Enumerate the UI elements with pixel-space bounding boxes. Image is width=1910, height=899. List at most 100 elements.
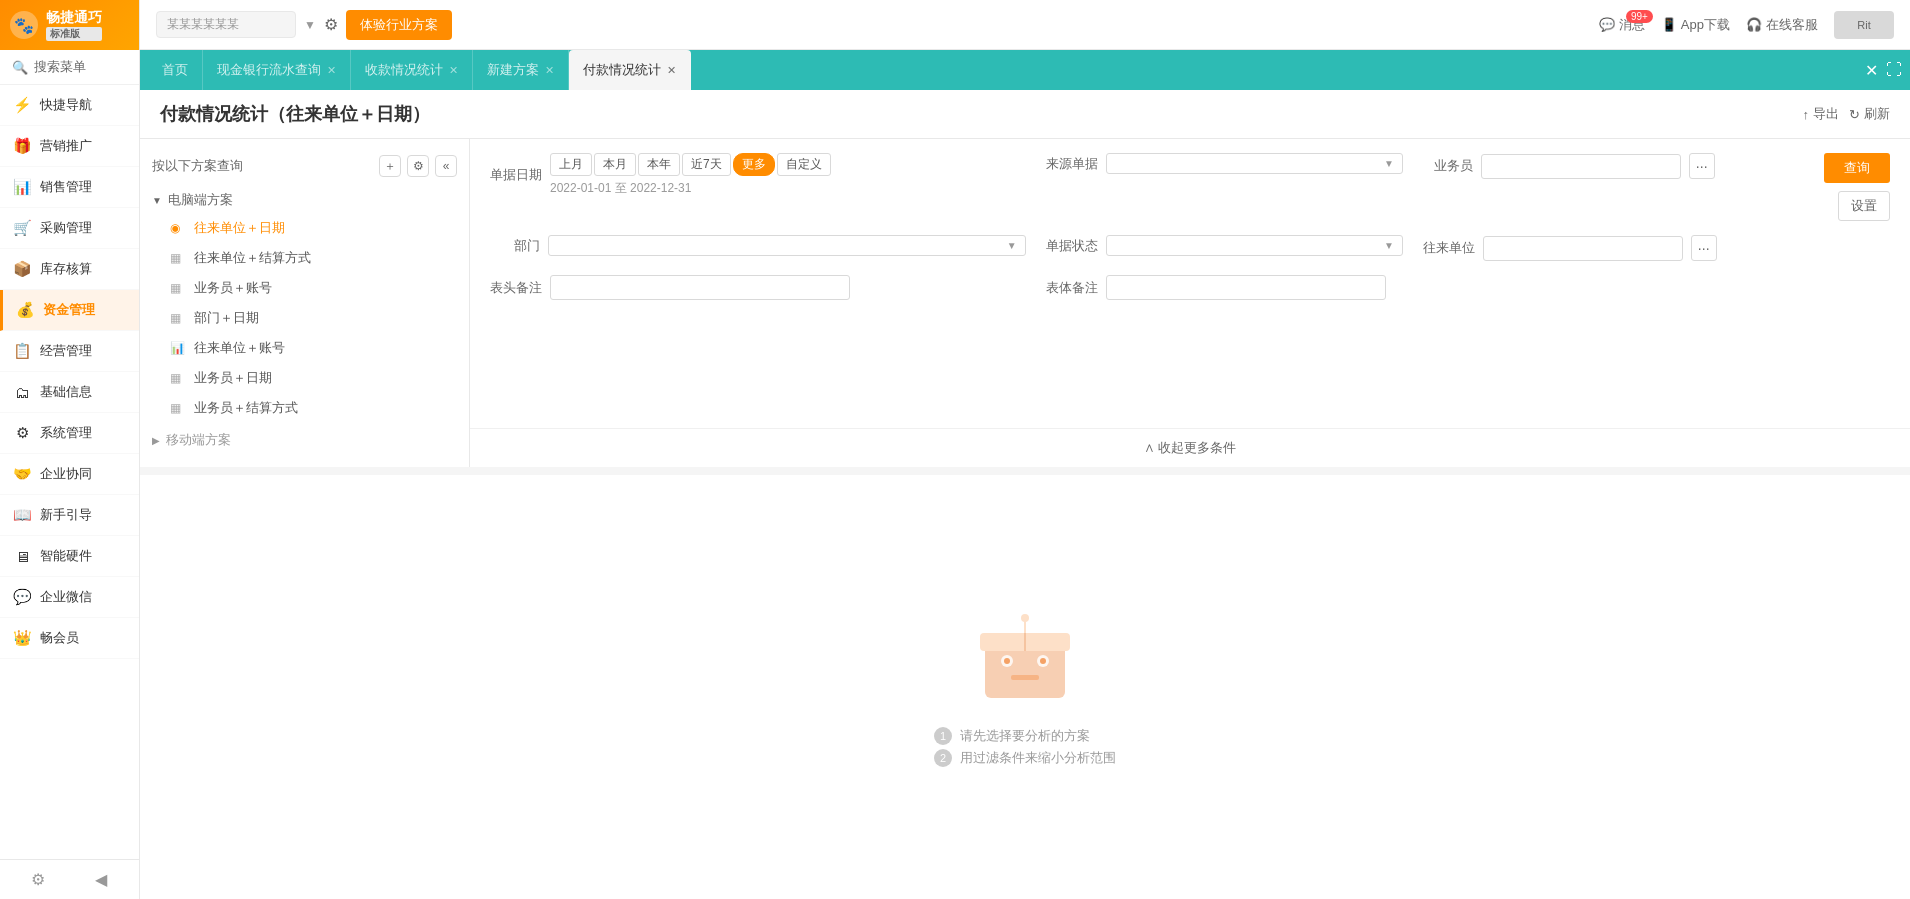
- sidebar-item-wechat[interactable]: 💬 企业微信: [0, 577, 139, 618]
- sidebar-item-enterprise[interactable]: 🤝 企业协同: [0, 454, 139, 495]
- unit-date-icon: ◉: [170, 221, 186, 235]
- scheme-unit-settle[interactable]: ▦ 往来单位＋结算方式: [140, 243, 469, 273]
- empty-hint-1: 1 请先选择要分析的方案: [934, 727, 1116, 745]
- sidebar-item-system[interactable]: ⚙ 系统管理: [0, 413, 139, 454]
- sidebar-item-hardware[interactable]: 🖥 智能硬件: [0, 536, 139, 577]
- sidebar-item-finance[interactable]: 💰 资金管理: [0, 290, 139, 331]
- logo-icon: 🐾: [10, 11, 38, 39]
- scheme-dept-date[interactable]: ▦ 部门＋日期: [140, 303, 469, 333]
- sidebar-item-basic-info[interactable]: 🗂 基础信息: [0, 372, 139, 413]
- scheme-unit-account[interactable]: 📊 往来单位＋账号: [140, 333, 469, 363]
- page-content: 付款情况统计（往来单位＋日期） ↑ 导出 ↻ 刷新 按以下方案查询 ＋: [140, 90, 1910, 899]
- sidebar-item-quick-nav[interactable]: ⚡ 快捷导航: [0, 85, 139, 126]
- collapse-scheme-btn[interactable]: «: [435, 155, 457, 177]
- sidebar-search[interactable]: 🔍 搜索菜单: [0, 50, 139, 85]
- sidebar-header: 🐾 畅捷通巧 标准版: [0, 0, 139, 50]
- message-icon: 💬: [1599, 17, 1615, 32]
- date-input-row: 2022-01-01 至 2022-12-31: [550, 180, 1026, 197]
- settings-btn[interactable]: 设置: [1838, 191, 1890, 221]
- desktop-group-header[interactable]: ▼ 电脑端方案: [140, 187, 469, 213]
- scheme-staff-date[interactable]: ▦ 业务员＋日期: [140, 363, 469, 393]
- collapse-sidebar-btn[interactable]: ◀: [74, 870, 130, 889]
- table-body-note-label: 表体备注: [1046, 279, 1098, 297]
- sidebar-item-operations[interactable]: 📋 经营管理: [0, 331, 139, 372]
- sidebar-menu: ⚡ 快捷导航 🎁 营销推广 📊 销售管理 🛒 采购管理 📦 库存核算 💰 资金管…: [0, 85, 139, 859]
- sidebar-item-inventory[interactable]: 📦 库存核算: [0, 249, 139, 290]
- user-avatar[interactable]: Rit: [1834, 11, 1894, 39]
- svg-rect-7: [1011, 675, 1039, 680]
- messages-btn[interactable]: 💬 消息 99+: [1599, 16, 1645, 34]
- salesperson-dots-btn[interactable]: ···: [1689, 153, 1715, 179]
- source-doc-arrow-icon: ▼: [1384, 158, 1394, 169]
- dept-select[interactable]: ▼: [548, 235, 1026, 256]
- dept-date-icon: ▦: [170, 311, 186, 325]
- edit-scheme-btn[interactable]: ⚙: [407, 155, 429, 177]
- doc-status-select[interactable]: ▼: [1106, 235, 1403, 256]
- inventory-icon: 📦: [12, 259, 32, 279]
- this-year-btn[interactable]: 本年: [638, 153, 680, 176]
- enterprise-icon: 🤝: [12, 464, 32, 484]
- app-download-btn[interactable]: 📱 App下载: [1661, 16, 1730, 34]
- table-header-note-input[interactable]: [550, 275, 850, 300]
- last-7-btn[interactable]: 近7天: [682, 153, 731, 176]
- close-bank-flow-tab[interactable]: ✕: [327, 64, 336, 77]
- close-new-scheme-tab[interactable]: ✕: [545, 64, 554, 77]
- tabs-actions: ✕ ⛶: [1865, 61, 1902, 80]
- related-unit-input[interactable]: [1483, 236, 1683, 261]
- date-control: 上月 本月 本年 近7天 更多 自定义 2022-01-01 至 2022-12…: [550, 153, 1026, 197]
- close-receipts-stat-tab[interactable]: ✕: [449, 64, 458, 77]
- sidebar-item-guide[interactable]: 📖 新手引导: [0, 495, 139, 536]
- scheme-unit-date[interactable]: ◉ 往来单位＋日期: [140, 213, 469, 243]
- source-doc-select[interactable]: ▼: [1106, 153, 1403, 174]
- staff-account-icon: ▦: [170, 281, 186, 295]
- topbar-chevron-icon[interactable]: ▼: [304, 18, 316, 32]
- tabs-close-icon[interactable]: ✕: [1865, 61, 1878, 80]
- tab-home[interactable]: 首页: [148, 50, 203, 90]
- sidebar-item-sales[interactable]: 📊 销售管理: [0, 167, 139, 208]
- mobile-group-header[interactable]: ▶ 移动端方案: [140, 427, 469, 453]
- refresh-btn[interactable]: ↻ 刷新: [1849, 105, 1890, 123]
- collapse-more-btn[interactable]: ∧ 收起更多条件: [470, 428, 1910, 467]
- custom-btn[interactable]: 自定义: [777, 153, 831, 176]
- tab-receipts-stat[interactable]: 收款情况统计 ✕: [351, 50, 473, 90]
- sidebar-item-marketing[interactable]: 🎁 营销推广: [0, 126, 139, 167]
- close-payment-stat-tab[interactable]: ✕: [667, 64, 676, 77]
- query-btn[interactable]: 查询: [1824, 153, 1890, 183]
- table-header-note-label: 表头备注: [490, 279, 542, 297]
- topbar-gear-icon[interactable]: ⚙: [324, 15, 338, 34]
- add-scheme-btn[interactable]: ＋: [379, 155, 401, 177]
- filter-row-3: 表头备注 表体备注: [490, 275, 1890, 300]
- settings-footer-btn[interactable]: ⚙: [10, 870, 66, 889]
- this-month-btn[interactable]: 本月: [594, 153, 636, 176]
- tab-new-scheme[interactable]: 新建方案 ✕: [473, 50, 569, 90]
- source-doc-label: 来源单据: [1046, 155, 1098, 173]
- scheme-staff-account[interactable]: ▦ 业务员＋账号: [140, 273, 469, 303]
- tab-bank-flow[interactable]: 现金银行流水查询 ✕: [203, 50, 351, 90]
- sidebar-item-member[interactable]: 👑 畅会员: [0, 618, 139, 659]
- filter-row-1: 单据日期 上月 本月 本年 近7天 更多 自定义: [490, 153, 1890, 221]
- filter-form-area: 单据日期 上月 本月 本年 近7天 更多 自定义: [470, 139, 1910, 467]
- operations-icon: 📋: [12, 341, 32, 361]
- scheme-staff-settle[interactable]: ▦ 业务员＋结算方式: [140, 393, 469, 423]
- trial-btn[interactable]: 体验行业方案: [346, 10, 452, 40]
- sidebar-item-purchase[interactable]: 🛒 采购管理: [0, 208, 139, 249]
- export-btn[interactable]: ↑ 导出: [1803, 105, 1840, 123]
- related-unit-dots-btn[interactable]: ···: [1691, 235, 1717, 261]
- table-body-note-input[interactable]: [1106, 275, 1386, 300]
- member-icon: 👑: [12, 628, 32, 648]
- collapse-arrow-icon: ∧: [1144, 440, 1159, 455]
- dept-field: 部门 ▼: [490, 235, 1026, 256]
- last-month-btn[interactable]: 上月: [550, 153, 592, 176]
- more-btn[interactable]: 更多: [733, 153, 775, 176]
- desktop-scheme-group: ▼ 电脑端方案 ◉ 往来单位＋日期 ▦ 往来单位＋结算方式 ▦ 业务员＋账号: [140, 187, 469, 423]
- topbar-right: 💬 消息 99+ 📱 App下载 🎧 在线客服 Rit: [1599, 11, 1894, 39]
- dept-label: 部门: [490, 237, 540, 255]
- main-area: 某某某某某某 ▼ ⚙ 体验行业方案 💬 消息 99+ 📱 App下载 🎧 在线客…: [140, 0, 1910, 899]
- filter-row-2: 部门 ▼ 单据状态 ▼: [490, 235, 1890, 261]
- related-unit-field: 往来单位 ···: [1423, 235, 1780, 261]
- customer-service-btn[interactable]: 🎧 在线客服: [1746, 16, 1818, 34]
- tab-payment-stat[interactable]: 付款情况统计 ✕: [569, 50, 691, 90]
- salesperson-input[interactable]: [1481, 154, 1681, 179]
- tabs-expand-icon[interactable]: ⛶: [1886, 61, 1902, 79]
- doc-status-field: 单据状态 ▼: [1046, 235, 1403, 256]
